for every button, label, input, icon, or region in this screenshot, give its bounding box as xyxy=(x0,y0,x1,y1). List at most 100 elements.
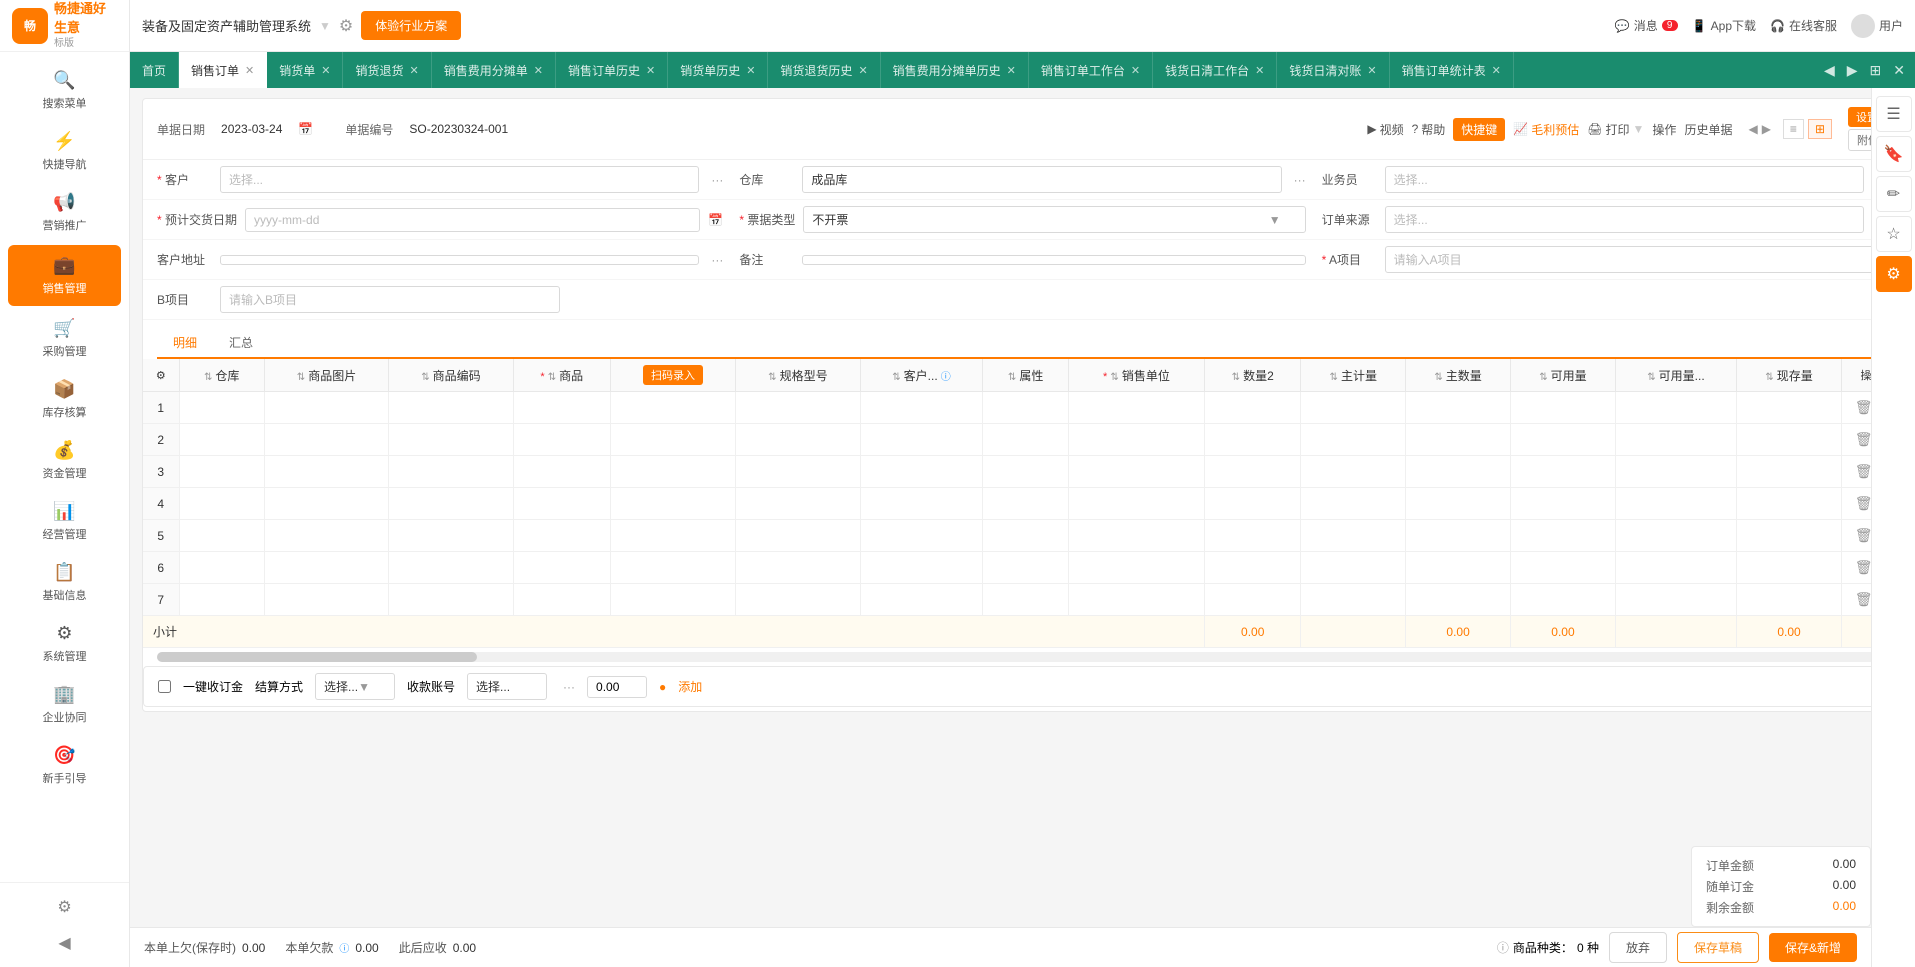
cell-main-qty-4[interactable] xyxy=(1406,488,1511,520)
tab-next-btn[interactable]: ▶ xyxy=(1843,60,1862,81)
cell-spec-1[interactable] xyxy=(736,392,860,424)
quickpay-checkbox[interactable] xyxy=(158,680,171,693)
cell-main-qty-2[interactable] xyxy=(1406,424,1511,456)
tab-return-close[interactable]: ✕ xyxy=(410,64,419,77)
tab-return-history-close[interactable]: ✕ xyxy=(858,64,867,77)
form-view-btn[interactable]: ⊞ xyxy=(1808,119,1832,139)
cell-product-code-6[interactable] xyxy=(389,552,513,584)
cell-qty2-6[interactable] xyxy=(1205,552,1301,584)
save-draft-btn[interactable]: 保存草稿 xyxy=(1677,932,1759,963)
tab-order-history-close[interactable]: ✕ xyxy=(646,64,655,77)
tab-reconcile[interactable]: 钱货日清对账 ✕ xyxy=(1277,52,1389,88)
cell-available-5[interactable] xyxy=(1511,520,1616,552)
cell-stock-6[interactable] xyxy=(1737,552,1842,584)
tab-stats[interactable]: 销售订单统计表 ✕ xyxy=(1390,52,1514,88)
delete-row-7-btn[interactable]: 🗑 xyxy=(1855,591,1873,608)
cell-attribute-2[interactable] xyxy=(983,424,1068,456)
calendar-icon[interactable]: 📅 xyxy=(298,122,313,136)
cell-customer-7[interactable] xyxy=(860,584,983,616)
cell-available2-5[interactable] xyxy=(1615,520,1736,552)
customer-address-input[interactable] xyxy=(220,255,699,265)
delete-row-2-btn[interactable]: 🗑 xyxy=(1855,431,1873,448)
tab-sales-order[interactable]: 销售订单 ✕ xyxy=(179,52,267,88)
remark-input[interactable] xyxy=(802,255,1305,265)
payment-amount[interactable]: 0.00 xyxy=(587,676,647,698)
online-support-btn[interactable]: 🎧 在线客服 xyxy=(1770,17,1837,34)
cell-customer-1[interactable] xyxy=(860,392,983,424)
cell-main-qty-3[interactable] xyxy=(1406,456,1511,488)
sidebar-item-inventory[interactable]: 📦 库存核算 xyxy=(0,369,129,430)
tab-sales-slip-close[interactable]: ✕ xyxy=(321,64,330,77)
tab-close-all-btn[interactable]: ✕ xyxy=(1889,60,1909,81)
cell-available-4[interactable] xyxy=(1511,488,1616,520)
cell-spec-7[interactable] xyxy=(736,584,860,616)
list-view-btn[interactable]: ≡ xyxy=(1783,119,1804,139)
table-scrollbar[interactable] xyxy=(157,652,1888,662)
customer-input[interactable]: 选择... xyxy=(220,166,699,193)
tab-daily-clear[interactable]: 钱货日清工作台 ✕ xyxy=(1153,52,1277,88)
sidebar-item-finance[interactable]: 💰 资金管理 xyxy=(0,430,129,491)
cell-product-6[interactable] xyxy=(513,552,610,584)
delivery-date-input[interactable]: yyyy-mm-dd xyxy=(245,208,700,232)
tab-slip-history-close[interactable]: ✕ xyxy=(746,64,755,77)
cell-attribute-7[interactable] xyxy=(983,584,1068,616)
tab-expense-split-close[interactable]: ✕ xyxy=(534,64,543,77)
cell-warehouse-2[interactable] xyxy=(179,424,264,456)
cell-sales-unit-1[interactable] xyxy=(1068,392,1204,424)
cell-main-qty-1[interactable] xyxy=(1406,392,1511,424)
panel-btn-star[interactable]: ☆ xyxy=(1876,216,1912,252)
cell-product-code-7[interactable] xyxy=(389,584,513,616)
cell-main-unit-5[interactable] xyxy=(1301,520,1406,552)
account-more-btn[interactable]: ··· xyxy=(563,680,575,694)
cell-customer-3[interactable] xyxy=(860,456,983,488)
th-gear[interactable]: ⚙ xyxy=(143,359,179,392)
cell-sales-unit-2[interactable] xyxy=(1068,424,1204,456)
message-btn[interactable]: 💬 消息 9 xyxy=(1615,17,1678,34)
cell-available2-4[interactable] xyxy=(1615,488,1736,520)
tab-workbench-close[interactable]: ✕ xyxy=(1131,64,1140,77)
tab-return-history[interactable]: 销货退货历史 ✕ xyxy=(768,52,880,88)
tab-sales-slip[interactable]: 销货单 ✕ xyxy=(267,52,343,88)
history-btn[interactable]: 历史单据 xyxy=(1684,121,1732,138)
print-btn[interactable]: 🖨 打印 ▼ xyxy=(1587,121,1644,138)
account-select[interactable]: 选择... xyxy=(467,673,547,700)
date-value[interactable]: 2023-03-24 xyxy=(221,122,282,136)
sidebar-item-quick-nav[interactable]: ⚡ 快捷导航 xyxy=(0,121,129,182)
delete-row-6-btn[interactable]: 🗑 xyxy=(1855,559,1873,576)
cell-main-unit-4[interactable] xyxy=(1301,488,1406,520)
cell-available-3[interactable] xyxy=(1511,456,1616,488)
payment-method-select[interactable]: 选择... ▼ xyxy=(315,673,395,700)
cell-qty2-1[interactable] xyxy=(1205,392,1301,424)
cell-sales-unit-5[interactable] xyxy=(1068,520,1204,552)
save-new-btn[interactable]: 保存&新增 xyxy=(1769,933,1857,962)
delete-row-3-btn[interactable]: 🗑 xyxy=(1855,463,1873,480)
prev-record-btn[interactable]: ◀ xyxy=(1748,122,1757,136)
customer-address-more-btn[interactable]: ··· xyxy=(711,253,723,267)
panel-btn-menu[interactable]: ☰ xyxy=(1876,96,1912,132)
industry-btn[interactable]: 体验行业方案 xyxy=(361,11,461,40)
a-project-input[interactable]: 请输入A项目 xyxy=(1385,246,1888,273)
product-count-icon[interactable]: ⓘ xyxy=(1497,939,1509,956)
cell-qty2-5[interactable] xyxy=(1205,520,1301,552)
cell-sales-unit-3[interactable] xyxy=(1068,456,1204,488)
cell-product-1[interactable] xyxy=(513,392,610,424)
cell-available2-7[interactable] xyxy=(1615,584,1736,616)
cell-main-unit-6[interactable] xyxy=(1301,552,1406,584)
tab-order-history[interactable]: 销售订单历史 ✕ xyxy=(556,52,668,88)
customer-more-btn[interactable]: ··· xyxy=(711,173,723,187)
cell-available2-6[interactable] xyxy=(1615,552,1736,584)
tab-expand-btn[interactable]: ⊞ xyxy=(1866,60,1886,81)
sidebar-item-operations[interactable]: 📊 经营管理 xyxy=(0,491,129,552)
cell-warehouse-6[interactable] xyxy=(179,552,264,584)
sidebar-settings-btn[interactable]: ⚙ xyxy=(53,893,75,921)
scrollbar-thumb[interactable] xyxy=(157,652,477,662)
invoice-type-select[interactable]: 不开票 ▼ xyxy=(803,206,1305,233)
cell-main-unit-2[interactable] xyxy=(1301,424,1406,456)
cell-product-code-2[interactable] xyxy=(389,424,513,456)
cell-spec-2[interactable] xyxy=(736,424,860,456)
sidebar-item-marketing[interactable]: 📢 营销推广 xyxy=(0,182,129,243)
cell-attribute-4[interactable] xyxy=(983,488,1068,520)
sidebar-item-basic-info[interactable]: 📋 基础信息 xyxy=(0,552,129,613)
cell-main-unit-3[interactable] xyxy=(1301,456,1406,488)
sidebar-collapse-btn[interactable]: ◀ xyxy=(54,929,74,957)
